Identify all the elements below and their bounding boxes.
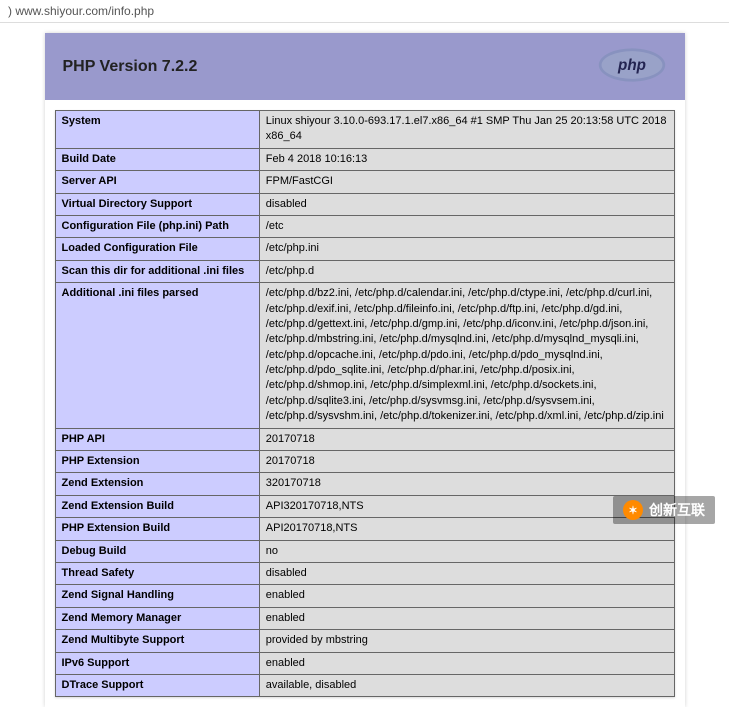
table-row: PHP API20170718 <box>55 428 674 450</box>
row-value: /etc/php.ini <box>259 238 674 260</box>
table-row: Build DateFeb 4 2018 10:16:13 <box>55 148 674 170</box>
table-row: DTrace Supportavailable, disabled <box>55 674 674 696</box>
table-row: Zend Memory Managerenabled <box>55 607 674 629</box>
row-value: Linux shiyour 3.10.0-693.17.1.el7.x86_64… <box>259 111 674 149</box>
table-row: Scan this dir for additional .ini files/… <box>55 260 674 282</box>
row-label: Build Date <box>55 148 259 170</box>
row-label: Scan this dir for additional .ini files <box>55 260 259 282</box>
table-row: Zend Extension320170718 <box>55 473 674 495</box>
table-row: Zend Signal Handlingenabled <box>55 585 674 607</box>
phpinfo-header: PHP Version 7.2.2 php <box>45 33 685 100</box>
row-value: API320170718,NTS <box>259 495 674 517</box>
row-label: DTrace Support <box>55 674 259 696</box>
row-value: disabled <box>259 193 674 215</box>
phpinfo-tbody: SystemLinux shiyour 3.10.0-693.17.1.el7.… <box>55 111 674 697</box>
watermark-logo-icon: ✶ <box>623 500 643 520</box>
row-label: Zend Memory Manager <box>55 607 259 629</box>
row-value: 320170718 <box>259 473 674 495</box>
row-value: FPM/FastCGI <box>259 171 674 193</box>
row-label: Virtual Directory Support <box>55 193 259 215</box>
table-row: Configuration File (php.ini) Path/etc <box>55 215 674 237</box>
row-value: available, disabled <box>259 674 674 696</box>
url-text: ) www.shiyour.com/info.php <box>8 4 154 18</box>
table-row: Zend Extension BuildAPI320170718,NTS <box>55 495 674 517</box>
row-value: enabled <box>259 585 674 607</box>
row-label: Zend Extension Build <box>55 495 259 517</box>
row-label: Server API <box>55 171 259 193</box>
table-row: Zend Multibyte Supportprovided by mbstri… <box>55 630 674 652</box>
row-label: IPv6 Support <box>55 652 259 674</box>
row-label: Additional .ini files parsed <box>55 283 259 429</box>
row-value: disabled <box>259 562 674 584</box>
row-label: Thread Safety <box>55 562 259 584</box>
phpinfo-content: SystemLinux shiyour 3.10.0-693.17.1.el7.… <box>45 100 685 707</box>
row-value: 20170718 <box>259 428 674 450</box>
table-row: Thread Safetydisabled <box>55 562 674 584</box>
table-row: Additional .ini files parsed/etc/php.d/b… <box>55 283 674 429</box>
row-label: System <box>55 111 259 149</box>
watermark-text: 创新互联 <box>649 500 705 520</box>
row-label: PHP Extension <box>55 451 259 473</box>
table-row: Virtual Directory Supportdisabled <box>55 193 674 215</box>
row-label: Zend Multibyte Support <box>55 630 259 652</box>
row-label: Zend Signal Handling <box>55 585 259 607</box>
row-label: Debug Build <box>55 540 259 562</box>
phpinfo-page: PHP Version 7.2.2 php SystemLinux shiyou… <box>45 33 685 707</box>
row-label: Configuration File (php.ini) Path <box>55 215 259 237</box>
row-value: Feb 4 2018 10:16:13 <box>259 148 674 170</box>
table-row: SystemLinux shiyour 3.10.0-693.17.1.el7.… <box>55 111 674 149</box>
row-value: /etc/php.d/bz2.ini, /etc/php.d/calendar.… <box>259 283 674 429</box>
svg-text:php: php <box>617 57 646 74</box>
watermark: ✶ 创新互联 <box>613 496 715 524</box>
row-value: /etc/php.d <box>259 260 674 282</box>
row-value: enabled <box>259 607 674 629</box>
table-row: PHP Extension BuildAPI20170718,NTS <box>55 518 674 540</box>
php-logo-icon: php <box>597 47 667 86</box>
row-value: /etc <box>259 215 674 237</box>
row-label: Loaded Configuration File <box>55 238 259 260</box>
table-row: Loaded Configuration File/etc/php.ini <box>55 238 674 260</box>
row-value: no <box>259 540 674 562</box>
table-row: IPv6 Supportenabled <box>55 652 674 674</box>
page-title: PHP Version 7.2.2 <box>63 58 198 76</box>
table-row: Server APIFPM/FastCGI <box>55 171 674 193</box>
row-label: PHP API <box>55 428 259 450</box>
row-value: 20170718 <box>259 451 674 473</box>
table-row: PHP Extension20170718 <box>55 451 674 473</box>
table-row: Debug Buildno <box>55 540 674 562</box>
browser-url-bar[interactable]: ) www.shiyour.com/info.php <box>0 0 729 23</box>
row-label: Zend Extension <box>55 473 259 495</box>
phpinfo-table: SystemLinux shiyour 3.10.0-693.17.1.el7.… <box>55 110 675 697</box>
row-value: enabled <box>259 652 674 674</box>
row-value: API20170718,NTS <box>259 518 674 540</box>
row-value: provided by mbstring <box>259 630 674 652</box>
row-label: PHP Extension Build <box>55 518 259 540</box>
